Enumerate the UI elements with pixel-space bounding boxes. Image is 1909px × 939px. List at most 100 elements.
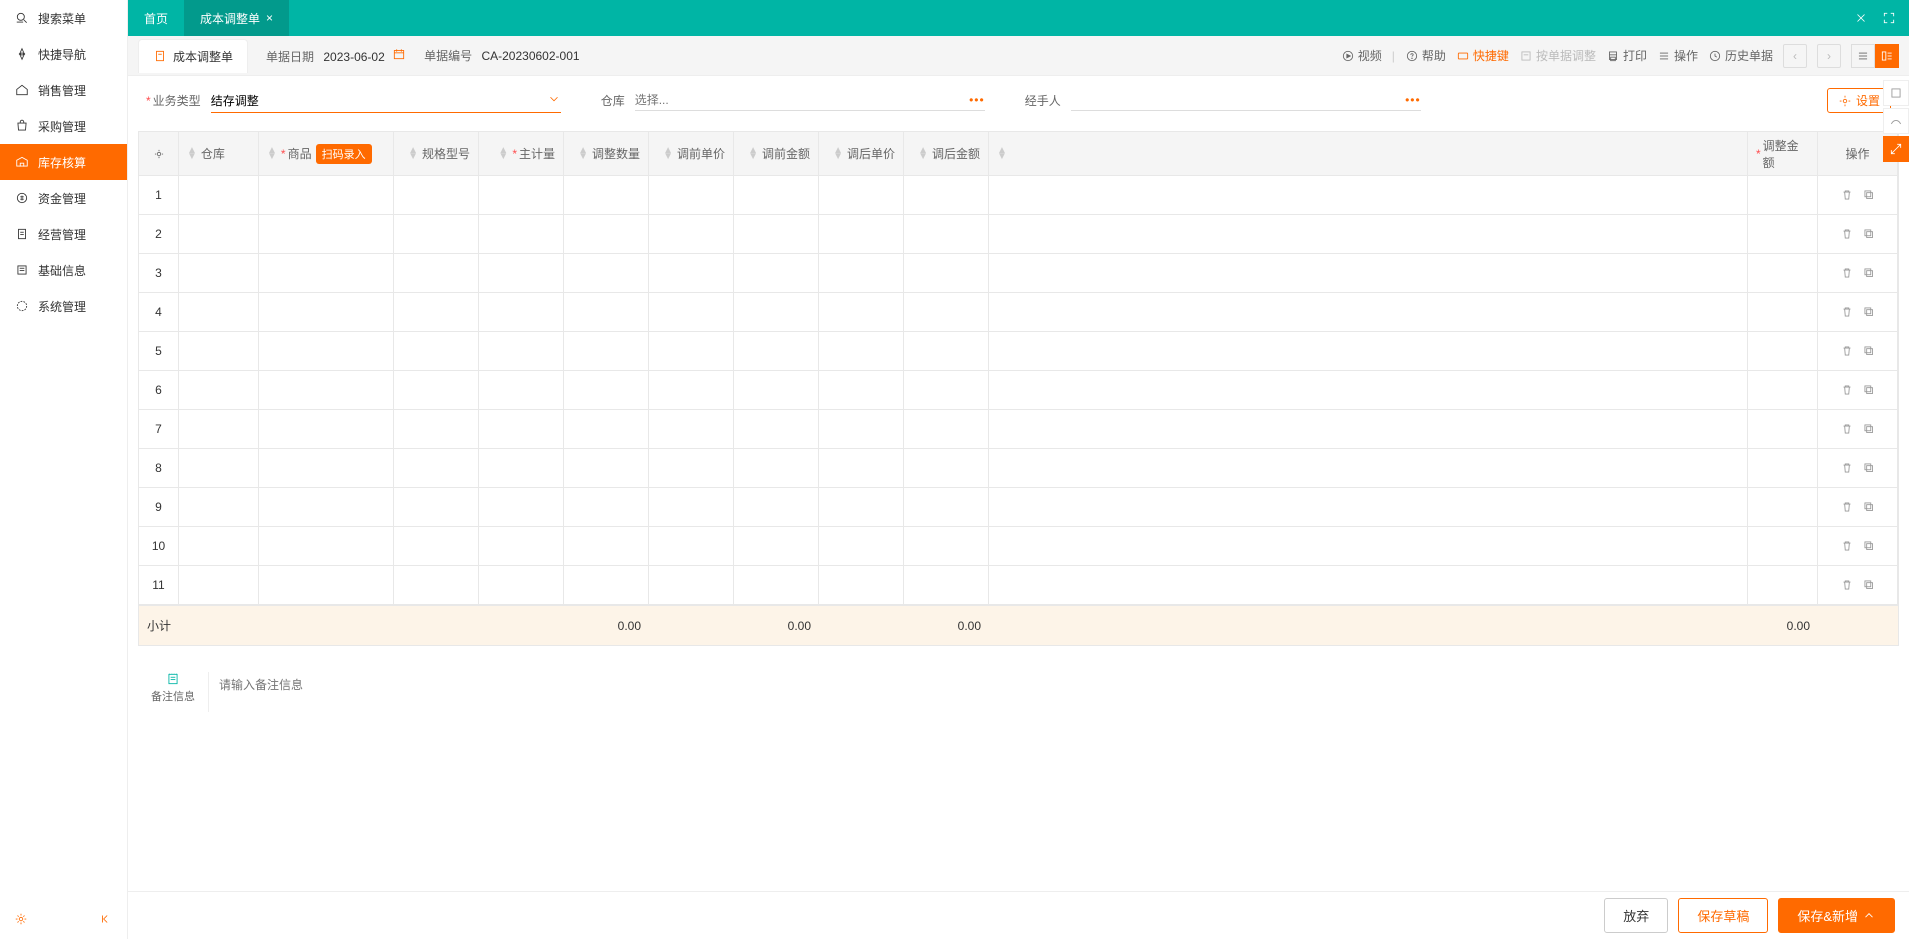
sidebar-item-quick-nav[interactable]: 快捷导航 [0, 36, 127, 72]
calendar-icon[interactable] [392, 50, 406, 64]
warehouse-select[interactable]: ••• [635, 90, 985, 111]
sidebar-item-label: 经营管理 [38, 226, 86, 243]
sidebar-item-system[interactable]: 系统管理 [0, 288, 127, 324]
col-spec[interactable]: ▲▼规格型号 [394, 132, 479, 175]
delete-row-icon[interactable] [1840, 539, 1854, 553]
col-unit[interactable]: ▲▼*主计量 [479, 132, 564, 175]
copy-row-icon[interactable] [1862, 539, 1876, 553]
delete-row-icon[interactable] [1840, 227, 1854, 241]
table-row[interactable]: 7 [139, 410, 1898, 449]
copy-row-icon[interactable] [1862, 383, 1876, 397]
delete-row-icon[interactable] [1840, 461, 1854, 475]
discard-button[interactable]: 放弃 [1604, 898, 1668, 933]
view-mode-detail[interactable] [1875, 44, 1899, 68]
video-button[interactable]: 视频 [1341, 47, 1382, 64]
nav-icon [14, 46, 30, 62]
table-row[interactable]: 3 [139, 254, 1898, 293]
col-warehouse[interactable]: ▲▼仓库 [179, 132, 259, 175]
copy-row-icon[interactable] [1862, 227, 1876, 241]
handler-select[interactable]: ••• [1071, 90, 1421, 111]
scan-button[interactable]: 扫码录入 [316, 144, 372, 164]
copy-row-icon[interactable] [1862, 578, 1876, 592]
subtotal-aa: 0.00 [904, 606, 989, 645]
batch-adjust-button[interactable]: 按单据调整 [1519, 47, 1596, 64]
sub-tab-cost-adjust[interactable]: 成本调整单 [138, 39, 248, 73]
copy-row-icon[interactable] [1862, 266, 1876, 280]
copy-row-icon[interactable] [1862, 500, 1876, 514]
settings-button[interactable] [14, 912, 28, 931]
help-button[interactable]: 帮助 [1405, 47, 1446, 64]
row-index: 6 [139, 371, 179, 409]
biztype-input[interactable] [211, 93, 547, 107]
subtotal-adj: 0.00 [1748, 606, 1818, 645]
view-mode-list[interactable] [1851, 44, 1875, 68]
sidebar-item-inventory[interactable]: 库存核算 [0, 144, 127, 180]
copy-row-icon[interactable] [1862, 305, 1876, 319]
save-draft-button[interactable]: 保存草稿 [1678, 898, 1768, 933]
col-before-price[interactable]: ▲▼调前单价 [649, 132, 734, 175]
copy-row-icon[interactable] [1862, 461, 1876, 475]
sidebar-item-label: 销售管理 [38, 82, 86, 99]
table-row[interactable]: 8 [139, 449, 1898, 488]
action-button[interactable]: 操作 [1657, 47, 1698, 64]
top-close-button[interactable] [1847, 4, 1875, 32]
subtotal-qty: 0.00 [564, 606, 649, 645]
col-config[interactable] [139, 132, 179, 175]
sidebar-item-label: 资金管理 [38, 190, 86, 207]
sidebar-item-label: 快捷导航 [38, 46, 86, 63]
table-row[interactable]: 10 [139, 527, 1898, 566]
settings-form-button[interactable]: 设置 [1827, 88, 1891, 113]
delete-row-icon[interactable] [1840, 344, 1854, 358]
remarks-input[interactable] [208, 672, 1899, 712]
shortcut-button[interactable]: 快捷键 [1456, 47, 1509, 64]
table-row[interactable]: 1 [139, 176, 1898, 215]
table-row[interactable]: 6 [139, 371, 1898, 410]
sidebar-item-sales[interactable]: 销售管理 [0, 72, 127, 108]
collapse-button[interactable] [99, 912, 113, 931]
tab-cost-adjust[interactable]: 成本调整单 × [184, 0, 289, 36]
history-button[interactable]: 历史单据 [1708, 47, 1773, 64]
prev-button[interactable]: ‹ [1783, 44, 1807, 68]
handler-input[interactable] [1071, 93, 1405, 107]
sidebar-item-baseinfo[interactable]: 基础信息 [0, 252, 127, 288]
delete-row-icon[interactable] [1840, 305, 1854, 319]
col-product[interactable]: ▲▼*商品扫码录入 [259, 132, 394, 175]
sidebar-item-purchase[interactable]: 采购管理 [0, 108, 127, 144]
col-after-amount[interactable]: ▲▼调后金额 [904, 132, 989, 175]
col-qty[interactable]: ▲▼调整数量 [564, 132, 649, 175]
table-row[interactable]: 2 [139, 215, 1898, 254]
col-before-amount[interactable]: ▲▼调前金额 [734, 132, 819, 175]
side-panel-1[interactable] [1883, 80, 1909, 106]
table-row[interactable]: 4 [139, 293, 1898, 332]
sidebar-item-funds[interactable]: 资金管理 [0, 180, 127, 216]
delete-row-icon[interactable] [1840, 578, 1854, 592]
warehouse-input[interactable] [635, 93, 969, 107]
top-fullscreen-button[interactable] [1875, 4, 1903, 32]
col-adjust-amount[interactable]: *调整金额 [1748, 132, 1818, 175]
table-row[interactable]: 5 [139, 332, 1898, 371]
side-panel-3[interactable] [1883, 136, 1909, 162]
delete-row-icon[interactable] [1840, 500, 1854, 514]
delete-row-icon[interactable] [1840, 188, 1854, 202]
print-button[interactable]: 打印 [1606, 47, 1647, 64]
sidebar-item-search[interactable]: 搜索菜单 [0, 0, 127, 36]
money-icon [14, 190, 30, 206]
meta-date: 单据日期 2023-06-02 [266, 47, 406, 65]
sidebar-item-operation[interactable]: 经营管理 [0, 216, 127, 252]
save-new-button[interactable]: 保存&新增 [1778, 898, 1895, 933]
delete-row-icon[interactable] [1840, 383, 1854, 397]
biztype-select[interactable] [211, 89, 561, 113]
tab-home[interactable]: 首页 [128, 0, 184, 36]
delete-row-icon[interactable] [1840, 266, 1854, 280]
side-panel-2[interactable] [1883, 108, 1909, 134]
next-button[interactable]: › [1817, 44, 1841, 68]
copy-row-icon[interactable] [1862, 188, 1876, 202]
table-row[interactable]: 9 [139, 488, 1898, 527]
col-after-price[interactable]: ▲▼调后单价 [819, 132, 904, 175]
copy-row-icon[interactable] [1862, 344, 1876, 358]
delete-row-icon[interactable] [1840, 422, 1854, 436]
close-tab-icon[interactable]: × [266, 11, 273, 25]
table-row[interactable]: 11 [139, 566, 1898, 605]
copy-row-icon[interactable] [1862, 422, 1876, 436]
chevron-down-icon [547, 92, 561, 109]
